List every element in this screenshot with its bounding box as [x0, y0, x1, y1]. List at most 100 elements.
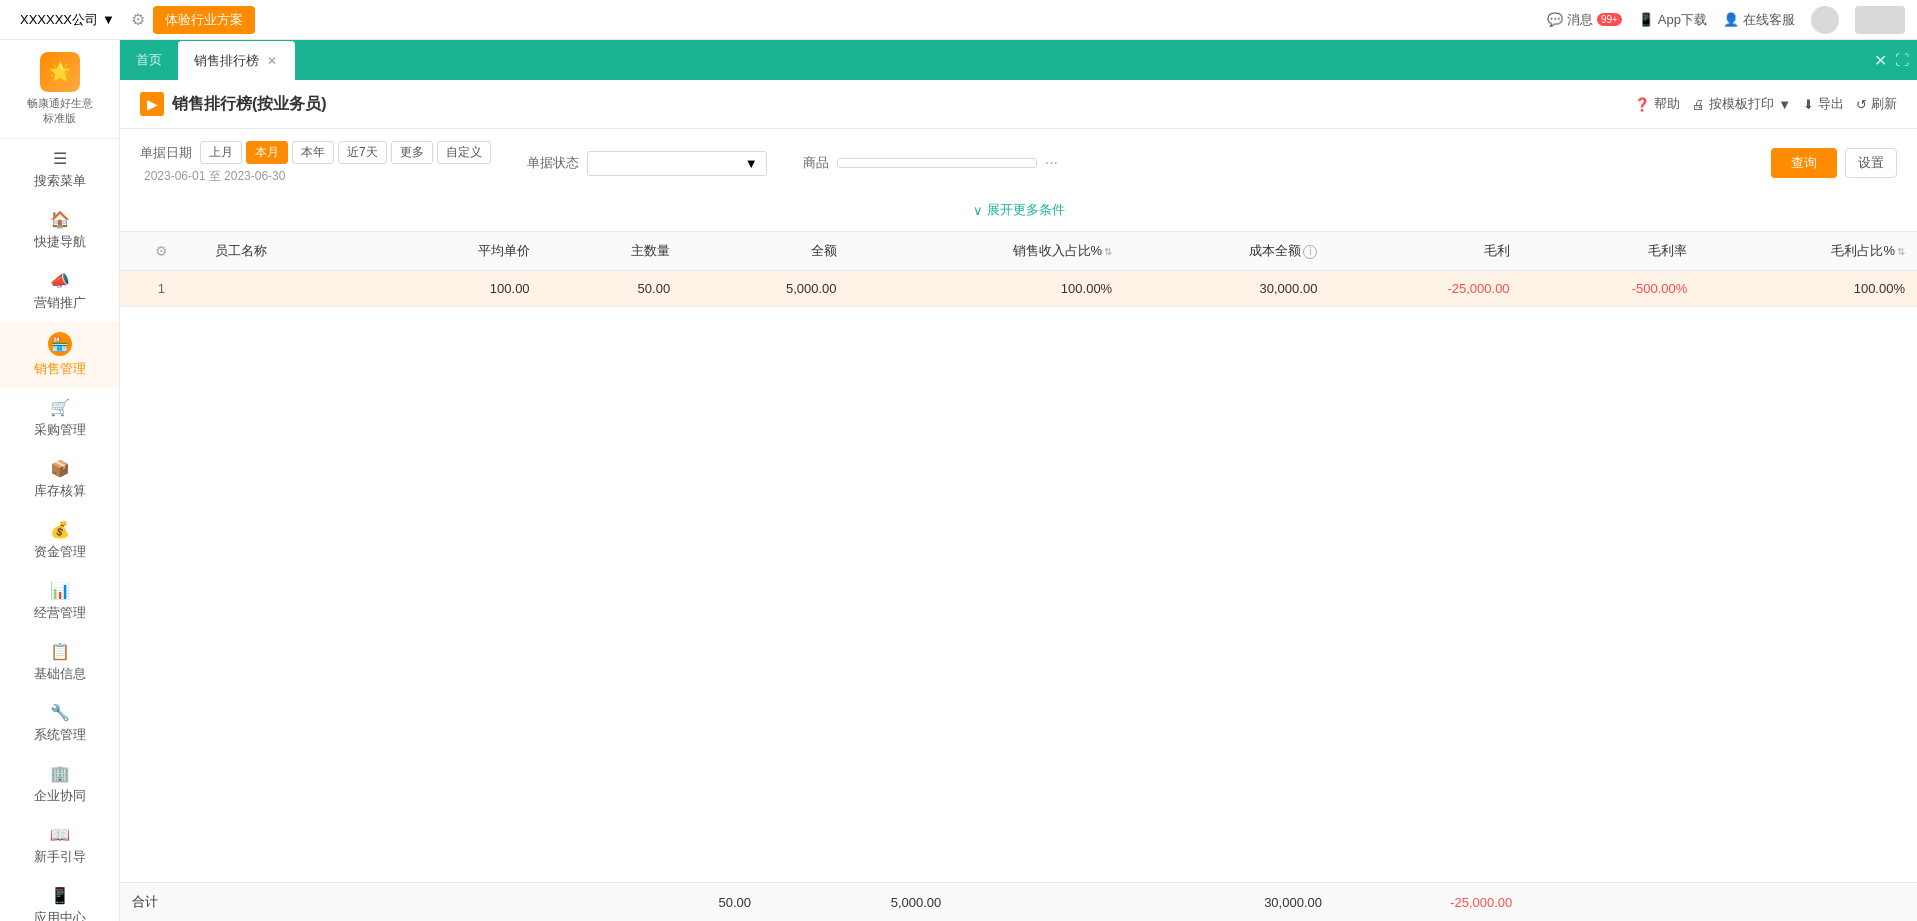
message-label: 消息 — [1567, 11, 1593, 29]
print-dropdown-icon: ▼ — [1778, 97, 1791, 112]
status-filter-label: 单据状态 — [527, 154, 579, 172]
col-quantity: 主数量 — [542, 232, 683, 271]
marketing-icon: 📣 — [50, 271, 70, 290]
operations-icon: 📊 — [50, 581, 70, 600]
online-service-item[interactable]: 👤 在线客服 — [1723, 11, 1795, 29]
table-row: 1 100.00 50.00 5,000.00 100.00% 30,000.0… — [120, 271, 1917, 307]
footer-name — [192, 895, 382, 910]
basic-icon: 📋 — [50, 642, 70, 661]
date-btn-this-year[interactable]: 本年 — [292, 141, 334, 164]
row-name — [203, 271, 373, 307]
date-btn-more[interactable]: 更多 — [391, 141, 433, 164]
inventory-icon: 📦 — [50, 459, 70, 478]
sidebar-item-basic[interactable]: 📋 基础信息 — [0, 632, 119, 693]
content-area: 首页 销售排行榜 ✕ ✕ ⛶ ▶ 销售排行榜(按业务员) ❓ — [120, 40, 1917, 921]
col-gear-icon[interactable]: ⚙ — [155, 243, 168, 259]
tab-home[interactable]: 首页 — [120, 40, 178, 80]
settings-button[interactable]: 设置 — [1845, 148, 1897, 178]
refresh-button[interactable]: ↺ 刷新 — [1856, 95, 1897, 113]
col-cost: 成本全额i — [1124, 232, 1329, 271]
date-btn-custom[interactable]: 自定义 — [437, 141, 491, 164]
company-selector[interactable]: XXXXXX公司 ▼ — [12, 7, 123, 33]
tab-close-icon[interactable]: ✕ — [265, 54, 279, 68]
sidebar-item-quick-nav[interactable]: 🏠 快捷导航 — [0, 200, 119, 261]
help-button[interactable]: ❓ 帮助 — [1634, 95, 1680, 113]
finance-icon: 💰 — [50, 520, 70, 539]
settings-gear-icon[interactable]: ⚙ — [131, 10, 145, 29]
sidebar-item-system[interactable]: 🔧 系统管理 — [0, 693, 119, 754]
goods-input[interactable] — [837, 158, 1037, 168]
sidebar-item-enterprise[interactable]: 🏢 企业协同 — [0, 754, 119, 815]
sidebar-item-label: 资金管理 — [34, 543, 86, 561]
app-download-label: App下载 — [1658, 11, 1707, 29]
back-button[interactable]: ▶ — [140, 92, 164, 116]
tab-maximize-icon[interactable]: ⛶ — [1895, 52, 1909, 68]
filter-row-top: 单据日期 上月 本月 本年 近7天 更多 自定义 2023-06-01 至 20… — [140, 141, 1897, 185]
sidebar-item-guide[interactable]: 📖 新手引导 — [0, 815, 119, 876]
expand-more-button[interactable]: ∨ 展开更多条件 — [973, 201, 1065, 219]
search-order-icon: ☰ — [53, 149, 67, 168]
col-gross-rate: 毛利率 — [1522, 232, 1700, 271]
dropdown-icon: ▼ — [102, 12, 115, 27]
sales-pct-sort-icon[interactable]: ⇅ — [1104, 246, 1112, 257]
app-download-item[interactable]: 📱 App下载 — [1638, 11, 1707, 29]
top-bar: XXXXXX公司 ▼ ⚙ 体验行业方案 💬 消息 99+ 📱 App下载 👤 在… — [0, 0, 1917, 40]
export-button[interactable]: ⬇ 导出 — [1803, 95, 1844, 113]
date-btn-last-month[interactable]: 上月 — [200, 141, 242, 164]
sidebar-item-search-order[interactable]: ☰ 搜索菜单 — [0, 139, 119, 200]
sidebar-item-marketing[interactable]: 📣 营销推广 — [0, 261, 119, 322]
date-btn-this-month[interactable]: 本月 — [246, 141, 288, 164]
trial-button[interactable]: 体验行业方案 — [153, 6, 255, 34]
sidebar-item-label: 基础信息 — [34, 665, 86, 683]
row-gross-pct: 100.00% — [1699, 271, 1917, 307]
quick-nav-icon: 🏠 — [50, 210, 70, 229]
sidebar-item-label: 营销推广 — [34, 294, 86, 312]
query-button[interactable]: 查询 — [1771, 148, 1837, 178]
footer-sales-pct — [953, 895, 1143, 910]
help-icon: ❓ — [1634, 97, 1650, 112]
tab-home-label: 首页 — [136, 51, 162, 69]
avatar[interactable] — [1811, 6, 1839, 34]
print-button[interactable]: 🖨 按模板打印 ▼ — [1692, 95, 1791, 113]
sidebar: 🌟 畅康通好生意标准版 ☰ 搜索菜单 🏠 快捷导航 📣 营销推广 🏪 销售管理 … — [0, 40, 120, 921]
col-gross-pct: 毛利占比%⇅ — [1699, 232, 1917, 271]
footer-gross: -25,000.00 — [1334, 895, 1524, 910]
export-icon: ⬇ — [1803, 97, 1814, 112]
purchase-icon: 🛒 — [50, 398, 70, 417]
page-header: ▶ 销售排行榜(按业务员) ❓ 帮助 🖨 按模板打印 ▼ ⬇ 导 — [120, 80, 1917, 129]
footer-values: 50.00 5,000.00 30,000.00 -25,000.00 — [192, 895, 1905, 910]
row-cost: 30,000.00 — [1124, 271, 1329, 307]
date-btn-7days[interactable]: 近7天 — [338, 141, 387, 164]
row-amount: 5,000.00 — [682, 271, 848, 307]
sidebar-item-inventory[interactable]: 📦 库存核算 — [0, 449, 119, 510]
cost-info-icon[interactable]: i — [1303, 245, 1317, 259]
status-select[interactable]: ▼ — [587, 151, 767, 176]
row-rank: 1 — [120, 271, 203, 307]
more-dots[interactable]: ··· — [1045, 155, 1058, 171]
sidebar-item-sales[interactable]: 🏪 销售管理 — [0, 322, 119, 388]
row-gross-rate: -500.00% — [1522, 271, 1700, 307]
avatar2[interactable] — [1855, 6, 1905, 34]
filter-area: 单据日期 上月 本月 本年 近7天 更多 自定义 2023-06-01 至 20… — [120, 129, 1917, 232]
refresh-icon: ↺ — [1856, 97, 1867, 112]
tab-sales-rank[interactable]: 销售排行榜 ✕ — [178, 41, 295, 81]
tab-close-window-icon[interactable]: ✕ — [1874, 51, 1887, 70]
sidebar-item-label: 销售管理 — [34, 360, 86, 378]
system-icon: 🔧 — [50, 703, 70, 722]
table-footer: 合计 50.00 5,000.00 30,000.00 -25,000.00 — [120, 882, 1917, 921]
gross-pct-sort-icon[interactable]: ⇅ — [1897, 246, 1905, 257]
sidebar-item-finance[interactable]: 💰 资金管理 — [0, 510, 119, 571]
col-amount: 全额 — [682, 232, 848, 271]
online-service-label: 在线客服 — [1743, 11, 1795, 29]
sidebar-item-app-center[interactable]: 📱 应用中心 — [0, 876, 119, 921]
sidebar-item-purchase[interactable]: 🛒 采购管理 — [0, 388, 119, 449]
row-sales-pct: 100.00% — [849, 271, 1125, 307]
col-sales-pct: 销售收入占比%⇅ — [849, 232, 1125, 271]
footer-cost: 30,000.00 — [1144, 895, 1334, 910]
message-badge: 99+ — [1597, 13, 1622, 26]
sidebar-item-operations[interactable]: 📊 经营管理 — [0, 571, 119, 632]
message-item[interactable]: 💬 消息 99+ — [1547, 11, 1622, 29]
logo-text: 畅康通好生意标准版 — [27, 96, 93, 126]
company-name: XXXXXX公司 — [20, 11, 98, 29]
service-icon: 👤 — [1723, 12, 1739, 27]
